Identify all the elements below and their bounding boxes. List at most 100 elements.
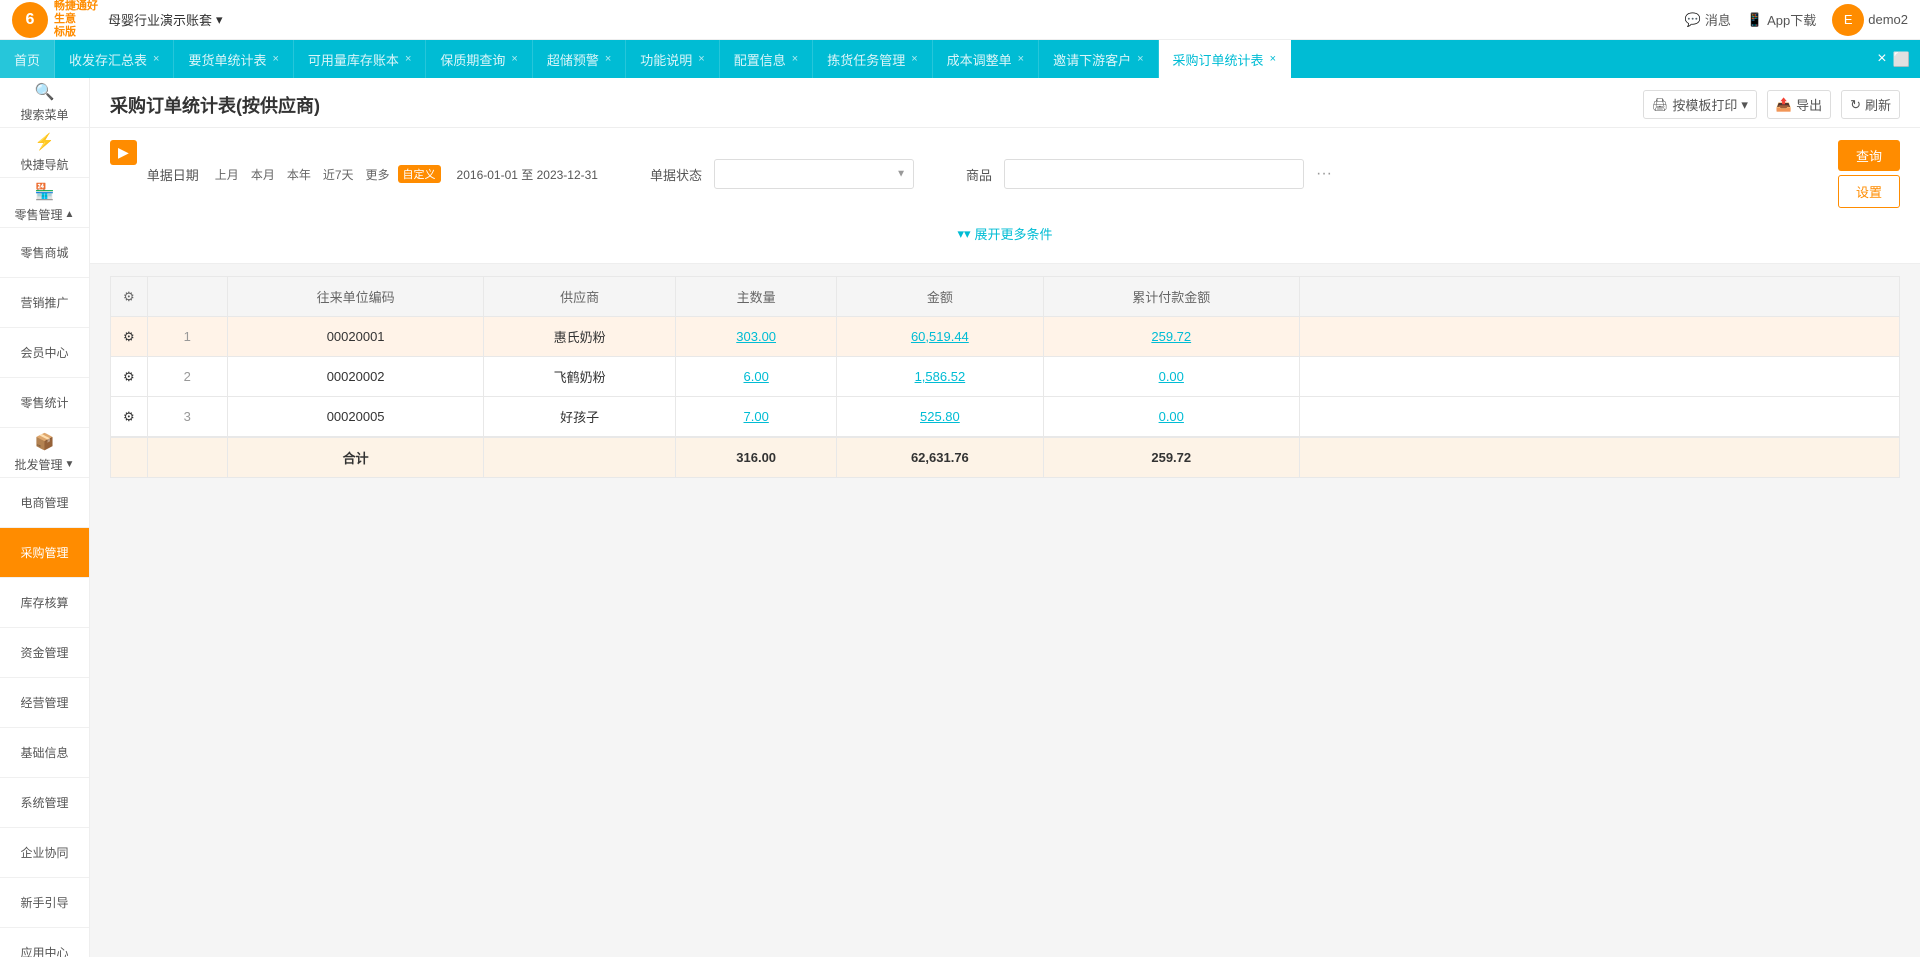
logo-char: 6 (26, 11, 35, 29)
tab-warranty-close[interactable]: × (511, 53, 517, 65)
table-row[interactable]: ⚙ 2 00020002 飞鹤奶粉 6.00 1,586.52 0.00 (111, 357, 1900, 397)
messages-action[interactable]: 💬 消息 (1685, 10, 1731, 29)
workspace-selector[interactable]: 母婴行业演示账套 ▾ (108, 10, 223, 29)
shortcut-last-month[interactable]: 上月 (211, 164, 243, 185)
tab-receive-summary-label: 收发存汇总表 (69, 50, 147, 69)
tab-overstock[interactable]: 超储预警 × (533, 40, 626, 78)
page-header-actions: 🖨 按模板打印 ▾ 📤 导出 ↻ 刷新 (1643, 90, 1900, 119)
wholesale-expand-icon: ▼ (65, 459, 75, 470)
sidebar-item-retail[interactable]: 🏪 零售管理 ▲ (0, 178, 89, 228)
refresh-button[interactable]: ↻ 刷新 (1841, 90, 1900, 119)
expand-more-btn[interactable]: ▾▾ 展开更多条件 (957, 220, 1052, 247)
tab-requisition[interactable]: 要货单统计表 × (174, 40, 293, 78)
goods-input[interactable] (1004, 159, 1304, 189)
tab-invite-downstream-close[interactable]: × (1137, 53, 1143, 65)
sidebar-item-marketing[interactable]: 营销推广 (0, 278, 89, 328)
sidebar-item-enterprise-collab[interactable]: 企业协同 (0, 828, 89, 878)
th-settings[interactable]: ⚙ (111, 277, 148, 317)
sidebar-item-purchase[interactable]: 采购管理 (0, 528, 89, 578)
sidebar-item-new-guide[interactable]: 新手引导 (0, 878, 89, 928)
tab-invite-downstream[interactable]: 邀请下游客户 × (1039, 40, 1158, 78)
tab-warranty-label: 保质期查询 (440, 50, 505, 69)
row-paid-cell: 0.00 (1043, 357, 1300, 397)
sidebar-item-operation[interactable]: 经营管理 (0, 678, 89, 728)
row-paid-cell: 0.00 (1043, 397, 1300, 438)
table-row[interactable]: ⚙ 1 00020001 惠氏奶粉 303.00 60,519.44 259.7… (111, 317, 1900, 357)
tab-config-close[interactable]: × (792, 53, 798, 65)
download-icon: 📱 (1747, 12, 1763, 28)
tab-picking[interactable]: 拣货任务管理 × (813, 40, 932, 78)
tab-receive-summary-close[interactable]: × (153, 53, 159, 65)
shortcut-this-month[interactable]: 本月 (247, 164, 279, 185)
search-icon: 🔍 (35, 82, 55, 102)
footer-label-cell: 合计 (227, 437, 483, 478)
sidebar-app-center-label: 应用中心 (20, 944, 68, 957)
sidebar-item-basic-info[interactable]: 基础信息 (0, 728, 89, 778)
row-settings-cell[interactable]: ⚙ (111, 317, 148, 357)
sidebar-item-wholesale[interactable]: 📦 批发管理 ▼ (0, 428, 89, 478)
top-bar: 6 畅捷通好生意 标版 母婴行业演示账套 ▾ 💬 消息 📱 App下载 (0, 0, 1920, 40)
sidebar-item-member[interactable]: 会员中心 (0, 328, 89, 378)
row-extra-cell (1300, 357, 1900, 397)
sidebar-item-ecommerce[interactable]: 电商管理 (0, 478, 89, 528)
row-supplier-code-cell: 00020001 (227, 317, 483, 357)
query-button[interactable]: 查询 (1838, 140, 1900, 171)
sidebar-item-quick-nav[interactable]: ⚡ 快捷导航 (0, 128, 89, 178)
tab-warranty[interactable]: 保质期查询 × (426, 40, 532, 78)
filter-inner: 单据日期 上月 本月 本年 近7天 更多 自定义 2016-01-01 至 20… (147, 140, 1900, 216)
goods-filter-label: 商品 (966, 165, 992, 184)
window-close-icon[interactable]: × (1877, 50, 1886, 68)
user-name: demo2 (1868, 12, 1908, 27)
shortcut-this-year[interactable]: 本年 (283, 164, 315, 185)
sidebar-operation-label: 经营管理 (20, 694, 68, 711)
tab-function-desc[interactable]: 功能说明 × (626, 40, 719, 78)
table-row[interactable]: ⚙ 3 00020005 好孩子 7.00 525.80 0.00 (111, 397, 1900, 438)
shortcut-more[interactable]: 更多 (362, 164, 394, 185)
tab-picking-close[interactable]: × (911, 53, 917, 65)
tab-home[interactable]: 首页 (0, 40, 55, 78)
filter-toggle-arrow[interactable]: ▶ (110, 140, 137, 165)
tab-purchase-summary[interactable]: 采购订单统计表 × (1159, 40, 1291, 78)
tab-cost-adjust-close[interactable]: × (1018, 53, 1024, 65)
goods-more-button[interactable]: ··· (1316, 165, 1332, 183)
status-select[interactable] (714, 159, 914, 189)
th-main-qty: 主数量 (676, 277, 837, 317)
filter-settings-button[interactable]: 设置 (1838, 175, 1900, 208)
sidebar-retail-label: 零售管理 (15, 206, 63, 223)
window-restore-icon[interactable]: ⬜ (1893, 51, 1910, 68)
tab-purchase-summary-close[interactable]: × (1270, 53, 1276, 65)
user-profile[interactable]: E demo2 (1832, 4, 1908, 36)
tab-available-stock[interactable]: 可用量库存账本 × (294, 40, 426, 78)
row-settings-cell[interactable]: ⚙ (111, 357, 148, 397)
sidebar-item-inventory[interactable]: 库存核算 (0, 578, 89, 628)
sidebar-item-system[interactable]: 系统管理 (0, 778, 89, 828)
sidebar-item-search[interactable]: 🔍 搜索菜单 (0, 78, 89, 128)
tab-available-stock-close[interactable]: × (405, 53, 411, 65)
sidebar-item-app-center[interactable]: 应用中心 (0, 928, 89, 957)
sidebar-item-retail-mall[interactable]: 零售商城 (0, 228, 89, 278)
print-button[interactable]: 🖨 按模板打印 ▾ (1643, 90, 1757, 119)
tab-requisition-close[interactable]: × (272, 53, 278, 65)
th-supplier-code: 往来单位编码 (227, 277, 483, 317)
table-footer-row: 合计 316.00 62,631.76 259.72 (111, 437, 1900, 478)
tab-home-label: 首页 (14, 50, 40, 69)
tab-config-label: 配置信息 (734, 50, 786, 69)
shortcut-7days[interactable]: 近7天 (319, 164, 358, 185)
footer-settings-cell (111, 437, 148, 478)
tab-receive-summary[interactable]: 收发存汇总表 × (55, 40, 174, 78)
tab-cost-adjust[interactable]: 成本调整单 × (933, 40, 1039, 78)
tab-overstock-close[interactable]: × (605, 53, 611, 65)
retail-expand-icon: ▲ (65, 209, 75, 220)
export-button[interactable]: 📤 导出 (1767, 90, 1831, 119)
sidebar-enterprise-collab-label: 企业协同 (20, 844, 68, 861)
sidebar-item-retail-stat[interactable]: 零售统计 (0, 378, 89, 428)
nav-tabs: 首页 收发存汇总表 × 要货单统计表 × 可用量库存账本 × 保质期查询 × 超… (0, 40, 1920, 78)
tab-config[interactable]: 配置信息 × (720, 40, 813, 78)
tab-purchase-summary-label: 采购订单统计表 (1173, 50, 1264, 69)
date-filter-label: 单据日期 (147, 165, 199, 184)
tab-function-desc-close[interactable]: × (698, 53, 704, 65)
tab-cost-adjust-label: 成本调整单 (947, 50, 1012, 69)
row-settings-cell[interactable]: ⚙ (111, 397, 148, 438)
app-download-action[interactable]: 📱 App下载 (1747, 10, 1816, 29)
sidebar-item-finance[interactable]: 资金管理 (0, 628, 89, 678)
